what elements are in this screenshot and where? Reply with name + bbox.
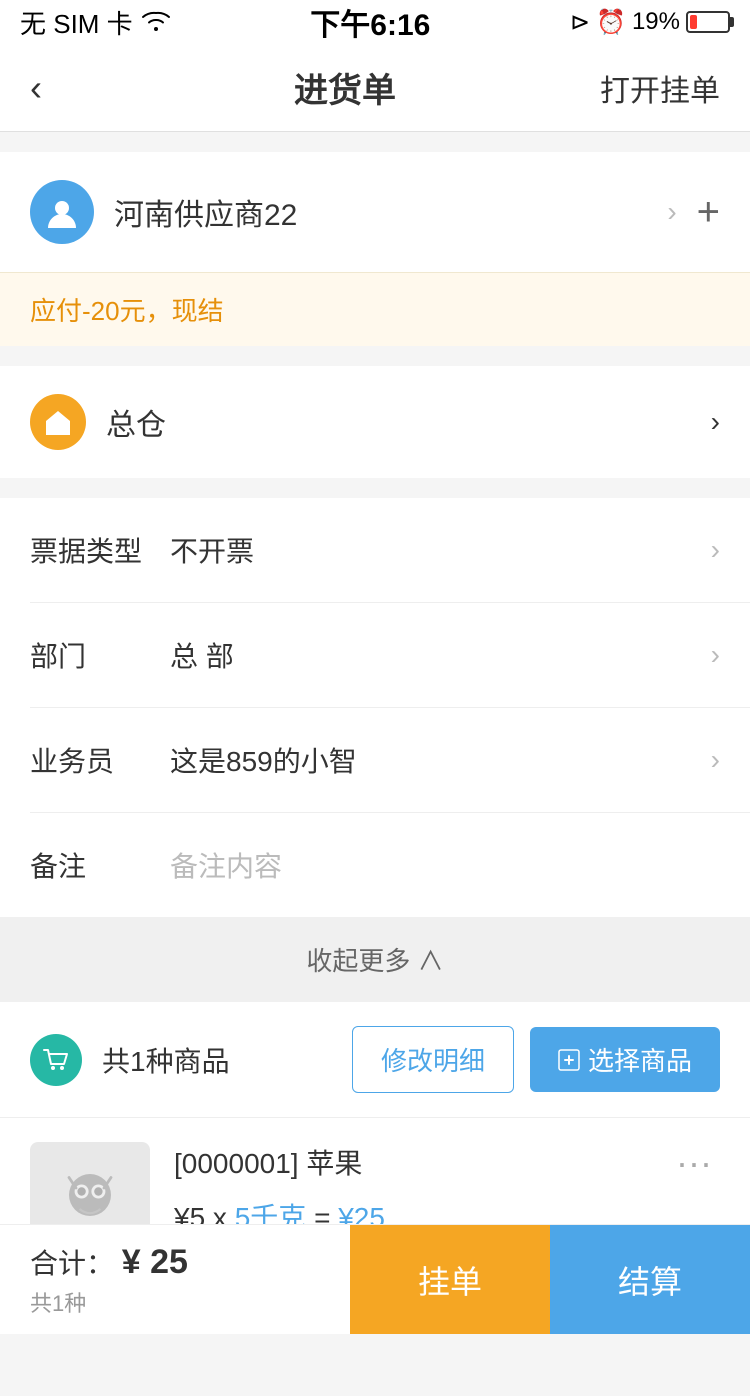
back-button[interactable]: ‹ xyxy=(30,67,90,109)
collapse-text: 收起更多 ∧ xyxy=(306,946,443,976)
dept-row[interactable]: 部门 总 部 › xyxy=(0,603,750,707)
page-title: 进货单 xyxy=(294,63,396,112)
total-amount: ¥ 25 xyxy=(122,1243,188,1281)
salesperson-value: 这是859的小智 xyxy=(170,740,711,780)
edit-detail-button[interactable]: 修改明细 xyxy=(352,1026,514,1093)
warehouse-row[interactable]: 总仓 › xyxy=(0,366,750,478)
nav-bar: ‹ 进货单 打开挂单 xyxy=(0,44,750,132)
supplier-chevron-icon: › xyxy=(667,196,676,228)
location-icon: ⊳ xyxy=(570,8,590,37)
product-code: [0000001] xyxy=(174,1148,306,1179)
product-info: [0000001] 苹果 ¥5 x 5千克 = ¥25 xyxy=(174,1142,668,1236)
sim-status: 无 SIM 卡 xyxy=(20,4,133,41)
cart-icon xyxy=(42,1046,70,1074)
salesperson-label: 业务员 xyxy=(30,740,170,780)
product-name: [0000001] 苹果 xyxy=(174,1142,668,1182)
warehouse-section: 总仓 › xyxy=(0,366,750,478)
battery-icon xyxy=(686,11,730,33)
invoice-chevron-icon: › xyxy=(711,534,720,566)
remark-value: 备注内容 xyxy=(170,845,720,885)
salesperson-row[interactable]: 业务员 这是859的小智 › xyxy=(0,708,750,812)
battery-percent: 19% xyxy=(632,8,680,36)
content: 河南供应商22 › + 应付-20元，现结 总仓 › 票据类型 不开票 › 部 xyxy=(0,152,750,1396)
total-label: 合计： xyxy=(30,1248,114,1279)
invoice-label: 票据类型 xyxy=(30,530,170,570)
select-product-icon xyxy=(558,1049,580,1071)
product-header: 共1种商品 修改明细 选择商品 xyxy=(0,1002,750,1118)
warehouse-icon xyxy=(30,394,86,450)
home-icon xyxy=(43,407,73,437)
suspend-button[interactable]: 挂单 xyxy=(350,1225,550,1334)
product-title: 苹果 xyxy=(306,1148,362,1179)
collapse-bar[interactable]: 收起更多 ∧ xyxy=(0,917,750,1002)
supplier-avatar xyxy=(30,180,94,244)
invoice-row[interactable]: 票据类型 不开票 › xyxy=(0,498,750,602)
invoice-value: 不开票 xyxy=(170,530,711,570)
bottom-bar: 合计： ¥ 25 共1种 挂单 结算 xyxy=(0,1224,750,1334)
total-sub: 共1种 xyxy=(30,1286,320,1318)
alarm-icon: ⏰ xyxy=(596,8,626,37)
notice-bar: 应付-20元，现结 xyxy=(0,272,750,346)
dept-label: 部门 xyxy=(30,635,170,675)
open-suspend-button[interactable]: 打开挂单 xyxy=(600,66,720,110)
dept-chevron-icon: › xyxy=(711,639,720,671)
status-right: ⊳ ⏰ 19% xyxy=(570,8,730,37)
select-product-label: 选择商品 xyxy=(588,1041,692,1078)
add-supplier-button[interactable]: + xyxy=(697,192,720,232)
settle-button[interactable]: 结算 xyxy=(550,1225,750,1334)
status-time: 下午6:16 xyxy=(310,0,430,44)
supplier-section: 河南供应商22 › + 应付-20元，现结 xyxy=(0,152,750,346)
select-product-button[interactable]: 选择商品 xyxy=(530,1027,720,1092)
product-more-button[interactable]: ··· xyxy=(668,1142,720,1184)
dept-value: 总 部 xyxy=(170,635,711,675)
warehouse-name: 总仓 xyxy=(106,400,711,444)
supplier-name: 河南供应商22 xyxy=(114,190,667,234)
total-row: 合计： ¥ 25 xyxy=(30,1242,320,1282)
status-bar: 无 SIM 卡 下午6:16 ⊳ ⏰ 19% xyxy=(0,0,750,44)
warehouse-chevron-icon: › xyxy=(711,406,720,438)
remark-label: 备注 xyxy=(30,845,170,885)
product-count-text: 共1种商品 xyxy=(102,1040,352,1080)
status-left: 无 SIM 卡 xyxy=(20,4,171,41)
wifi-icon xyxy=(141,7,171,38)
supplier-row[interactable]: 河南供应商22 › + xyxy=(0,152,750,272)
product-count-icon xyxy=(30,1034,82,1086)
remark-row[interactable]: 备注 备注内容 xyxy=(0,813,750,917)
person-icon xyxy=(44,194,80,230)
salesperson-chevron-icon: › xyxy=(711,744,720,776)
total-section: 合计： ¥ 25 共1种 xyxy=(0,1225,350,1334)
form-section: 票据类型 不开票 › 部门 总 部 › 业务员 这是859的小智 › 备注 备注… xyxy=(0,498,750,917)
